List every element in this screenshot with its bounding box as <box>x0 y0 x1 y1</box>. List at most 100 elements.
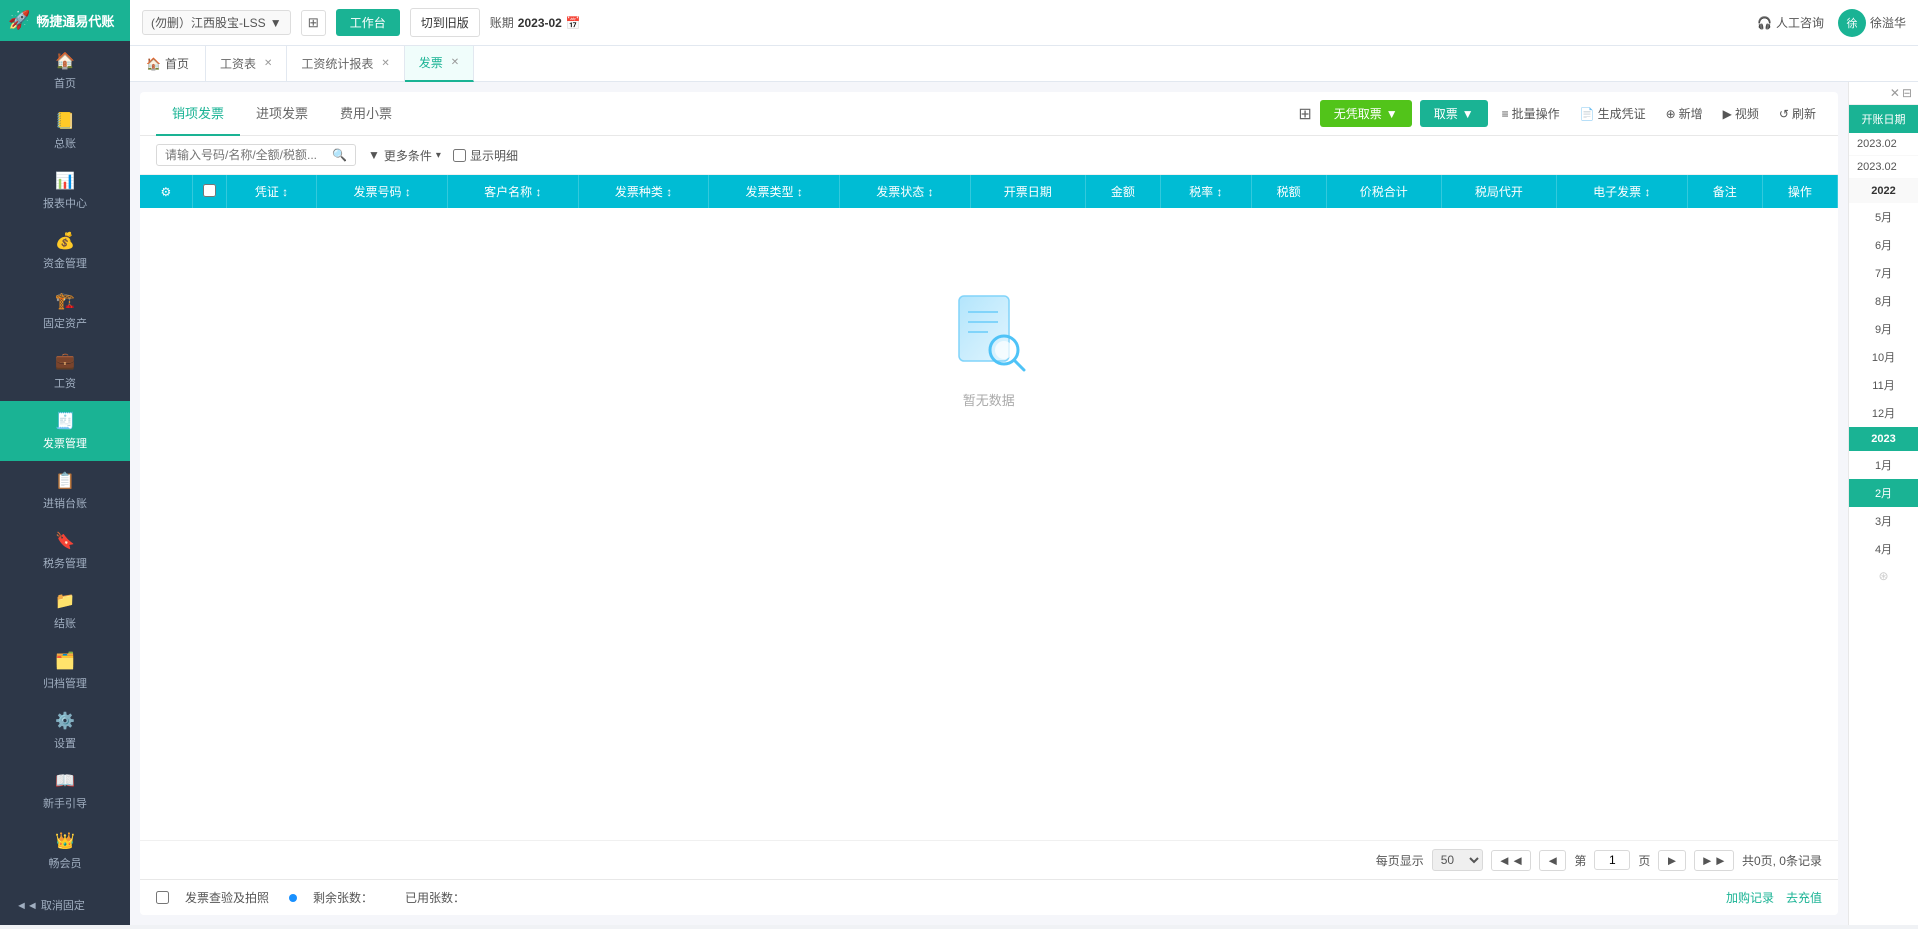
sidebar-item-invoice[interactable]: 🧾 发票管理 <box>0 401 130 461</box>
th-settings[interactable]: ⚙ <box>140 175 192 208</box>
sidebar-item-closing[interactable]: 📁 结账 <box>0 581 130 641</box>
th-invoice-type[interactable]: 发票种类 ↕ <box>578 175 709 208</box>
grid-view-icon[interactable]: ⊞ <box>1298 104 1311 124</box>
th-invoice-no[interactable]: 发票号码 ↕ <box>317 175 448 208</box>
close-salary-tab[interactable]: ✕ <box>264 58 272 69</box>
sidebar-item-funds[interactable]: 💰 资金管理 <box>0 221 130 281</box>
sidebar-item-archive[interactable]: 🗂️ 归档管理 <box>0 641 130 701</box>
show-detail-checkbox[interactable] <box>453 149 466 162</box>
batch-ops-label: 批量操作 <box>1512 105 1560 122</box>
month-label: 3月 <box>1875 516 1892 528</box>
period-label: 账期 <box>490 14 514 31</box>
sidebar-item-home[interactable]: 🏠 首页 <box>0 41 130 101</box>
th-customer[interactable]: 客户名称 ↕ <box>448 175 579 208</box>
open-period-title-label: 开账日期 <box>1862 114 1906 126</box>
old-version-btn[interactable]: 切到旧版 <box>410 8 480 37</box>
date-entry-1[interactable]: 2023.02 <box>1849 133 1918 156</box>
tab-salary-stats[interactable]: 工资统计报表 ✕ <box>287 46 404 82</box>
video-btn[interactable]: ▶ 视频 <box>1717 100 1765 127</box>
close-salary-stats-tab[interactable]: ✕ <box>381 58 389 69</box>
topbar: (勿删）江西股宝-LSS ▼ ⊞ 工作台 切到旧版 账期 2023-02 📅 🎧… <box>130 0 1918 46</box>
th-voucher[interactable]: 凭证 ↕ <box>226 175 317 208</box>
month-2022-5[interactable]: 5月 <box>1849 203 1918 231</box>
more-conditions-btn[interactable]: ▼ 更多条件 ▾ <box>368 147 441 164</box>
month-2023-1[interactable]: 1月 <box>1849 451 1918 479</box>
get-ticket-btn[interactable]: 取票 ▼ <box>1420 100 1488 127</box>
month-2022-11[interactable]: 11月 <box>1849 371 1918 399</box>
select-all-checkbox[interactable] <box>203 184 216 197</box>
th-tax-rate[interactable]: 税率 ↕ <box>1160 175 1251 208</box>
refresh-btn[interactable]: ↺ 刷新 <box>1773 100 1822 127</box>
batch-ops-btn[interactable]: ≡ 批量操作 <box>1496 100 1566 127</box>
next-page-btn[interactable]: ► <box>1658 850 1685 871</box>
close-invoice-tab[interactable]: ✕ <box>451 57 459 68</box>
more-conditions-label: 更多条件 <box>384 147 432 164</box>
month-label: 2月 <box>1875 488 1892 500</box>
th-invoice-status[interactable]: 发票状态 ↕ <box>840 175 971 208</box>
show-detail-label: 显示明细 <box>470 147 518 164</box>
tab-salary[interactable]: 工资表 ✕ <box>206 46 287 82</box>
sidebar-item-purchase-sales[interactable]: 📋 进销台账 <box>0 461 130 521</box>
prev-page-btn[interactable]: ◄ <box>1539 850 1566 871</box>
date-entry-label-2: 2023.02 <box>1857 161 1897 173</box>
used-label: 已用张数： <box>405 889 465 906</box>
generate-voucher-btn[interactable]: 📄 生成凭证 <box>1574 100 1652 127</box>
first-page-btn[interactable]: ◄◄ <box>1491 850 1531 871</box>
add-record-link[interactable]: 加购记录 <box>1726 889 1774 906</box>
month-2023-3[interactable]: 3月 <box>1849 507 1918 535</box>
month-2023-2[interactable]: 2月 <box>1849 479 1918 507</box>
sidebar-item-member[interactable]: 👑 畅会员 <box>0 821 130 881</box>
sidebar-item-salary[interactable]: 💼 工资 <box>0 341 130 401</box>
sidebar-item-fixed-assets[interactable]: 🏗️ 固定资产 <box>0 281 130 341</box>
month-2022-6[interactable]: 6月 <box>1849 231 1918 259</box>
search-input[interactable] <box>165 148 328 162</box>
sidebar-item-label: 畅会员 <box>49 855 82 871</box>
last-page-btn[interactable]: ►► <box>1694 850 1734 871</box>
month-2022-10[interactable]: 10月 <box>1849 343 1918 371</box>
month-2023-4[interactable]: 4月 <box>1849 535 1918 563</box>
th-checkbox[interactable] <box>192 175 226 208</box>
month-2022-12[interactable]: 12月 <box>1849 399 1918 427</box>
sort-icon-category: ↕ <box>797 185 803 199</box>
sub-tab-sales[interactable]: 销项发票 <box>156 92 240 136</box>
sidebar-item-tax[interactable]: 🔖 税务管理 <box>0 521 130 581</box>
month-2022-9[interactable]: 9月 <box>1849 315 1918 343</box>
support-label: 人工咨询 <box>1776 14 1824 31</box>
sub-tab-expense[interactable]: 费用小票 <box>324 92 408 136</box>
empty-illustration <box>944 288 1034 378</box>
work-btn[interactable]: 工作台 <box>336 9 400 36</box>
user-avatar-btn[interactable]: 徐 徐溢华 <box>1838 9 1906 37</box>
company-copy-btn[interactable]: ⊞ <box>301 10 326 36</box>
page-input[interactable]: 1 <box>1594 850 1630 870</box>
sidebar-item-label: 报表中心 <box>43 195 87 211</box>
verify-checkbox[interactable] <box>156 891 169 904</box>
sidebar-item-settings[interactable]: ⚙️ 设置 <box>0 701 130 761</box>
th-electronic[interactable]: 电子发票 ↕ <box>1556 175 1687 208</box>
home-icon: 🏠 <box>55 51 75 71</box>
tab-invoice[interactable]: 发票 ✕ <box>405 46 474 82</box>
date-entry-2[interactable]: 2023.02 <box>1849 156 1918 179</box>
unpin-sidebar-btn[interactable]: ◄◄ 取消固定 <box>10 891 120 919</box>
panel-expand-btn[interactable]: ⊟ <box>1902 86 1912 100</box>
sidebar-item-ledger[interactable]: 📒 总账 <box>0 101 130 161</box>
sidebar-item-reports[interactable]: 📊 报表中心 <box>0 161 130 221</box>
per-page-select[interactable]: 20 50 100 <box>1432 849 1483 871</box>
company-selector[interactable]: (勿删）江西股宝-LSS ▼ <box>142 10 291 35</box>
panel-close-btn[interactable]: ✕ <box>1890 86 1900 100</box>
sub-tab-purchase[interactable]: 进项发票 <box>240 92 324 136</box>
add-more-link[interactable]: 去充值 <box>1786 889 1822 906</box>
open-period-panel-title[interactable]: 开账日期 <box>1849 105 1918 133</box>
new-btn[interactable]: ⊕ 新增 <box>1660 100 1709 127</box>
page-label: 第 <box>1574 852 1586 869</box>
month-2022-7[interactable]: 7月 <box>1849 259 1918 287</box>
tab-home[interactable]: 🏠 首页 <box>130 46 206 82</box>
year-2022-label: 2022 <box>1849 179 1918 203</box>
sidebar-item-guide[interactable]: 📖 新手引导 <box>0 761 130 821</box>
month-2022-8[interactable]: 8月 <box>1849 287 1918 315</box>
month-label: 6月 <box>1875 240 1892 252</box>
support-btn[interactable]: 🎧 人工咨询 <box>1757 14 1824 31</box>
expense-tab-label: 费用小票 <box>340 103 392 122</box>
verify-indicator <box>289 894 297 902</box>
th-invoice-category[interactable]: 发票类型 ↕ <box>709 175 840 208</box>
no-voucher-btn[interactable]: 无凭取票 ▼ <box>1320 100 1412 127</box>
